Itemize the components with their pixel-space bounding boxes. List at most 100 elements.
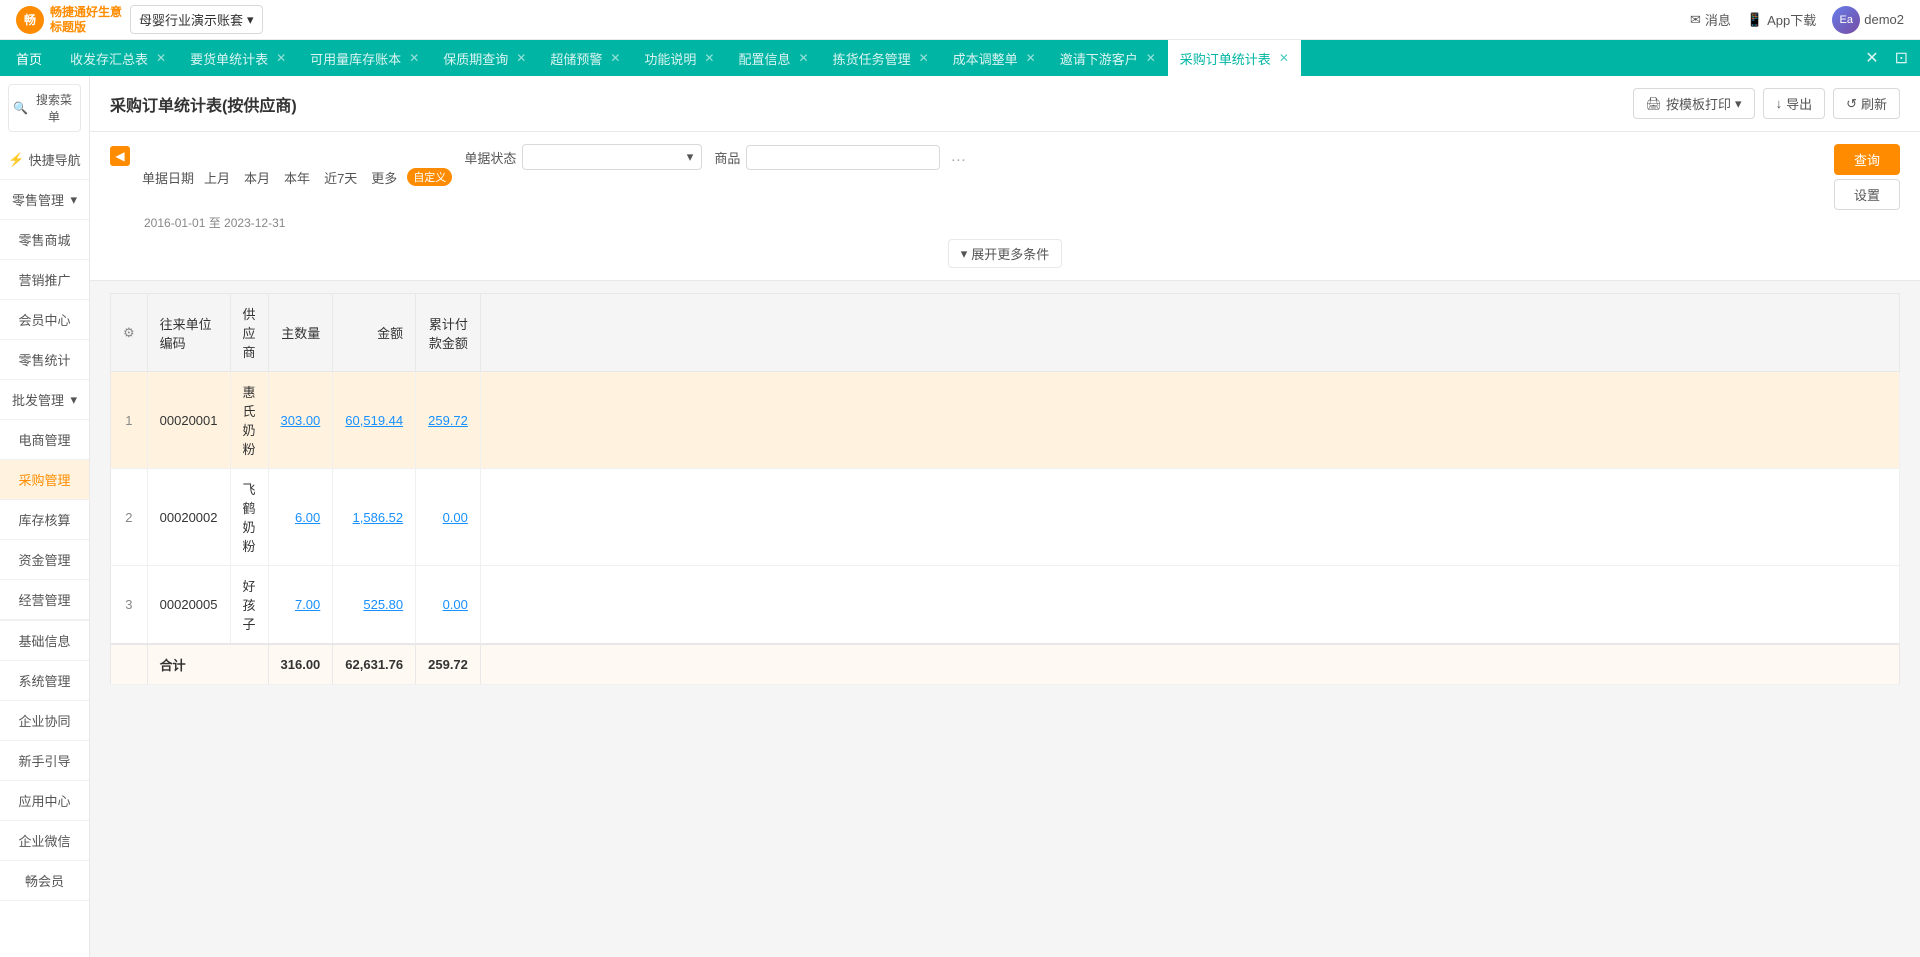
- chevron-down-icon: ▾: [961, 246, 968, 262]
- chevron-left-icon: ◀: [115, 149, 124, 163]
- date-shortcut-last-month[interactable]: 上月: [200, 166, 234, 189]
- gear-icon[interactable]: ⚙: [123, 325, 135, 340]
- settings-button[interactable]: 设置: [1834, 179, 1900, 210]
- sidebar-item-member[interactable]: 会员中心: [0, 300, 89, 340]
- date-shortcut-7days[interactable]: 近7天: [320, 166, 361, 189]
- cell-code: 00020001: [147, 372, 230, 469]
- query-button[interactable]: 查询: [1834, 144, 1900, 175]
- chevron-down-icon: ▾: [1735, 96, 1742, 112]
- footer-empty-1: [111, 644, 148, 685]
- sidebar-item-quick-nav[interactable]: ⚡ 快捷导航: [0, 140, 89, 180]
- download-icon: 📱: [1747, 12, 1763, 28]
- sidebar-item-enterprise[interactable]: 企业协同: [0, 701, 89, 741]
- sidebar-item-newbie[interactable]: 新手引导: [0, 741, 89, 781]
- sidebar-item-retail-mall[interactable]: 零售商城: [0, 220, 89, 260]
- goods-more-button[interactable]: …: [946, 148, 970, 166]
- status-select[interactable]: ▾: [522, 144, 702, 170]
- cell-paid[interactable]: 0.00: [416, 469, 481, 566]
- close-tab-cost-adjust[interactable]: ✕: [1026, 51, 1036, 65]
- tab-purchase-summary[interactable]: 采购订单统计表 ✕: [1168, 40, 1301, 76]
- tab-home[interactable]: 首页: [0, 40, 58, 76]
- date-custom-badge[interactable]: 自定义: [407, 168, 452, 186]
- footer-paid: 259.72: [416, 644, 481, 685]
- chevron-down-icon: ▾: [70, 192, 77, 208]
- maximize-button[interactable]: ⊡: [1891, 44, 1912, 72]
- close-tab-pick-task[interactable]: ✕: [919, 51, 929, 65]
- cell-code: 00020005: [147, 566, 230, 645]
- collapse-filter-button[interactable]: ◀: [110, 146, 130, 166]
- table-row[interactable]: 2 00020002 飞鹤奶粉 6.00 1,586.52 0.00: [111, 469, 1900, 566]
- table-row[interactable]: 1 00020001 惠氏奶粉 303.00 60,519.44 259.72: [111, 372, 1900, 469]
- sidebar-item-membership[interactable]: 畅会员: [0, 861, 89, 901]
- message-button[interactable]: ✉ 消息: [1690, 10, 1731, 29]
- table-row[interactable]: 3 00020005 好孩子 7.00 525.80 0.00: [111, 566, 1900, 645]
- tab-cost-adjust[interactable]: 成本调整单 ✕: [941, 40, 1048, 76]
- sidebar-item-finance[interactable]: 资金管理: [0, 540, 89, 580]
- cell-amount[interactable]: 1,586.52: [333, 469, 416, 566]
- col-code: 往来单位编码: [147, 294, 230, 372]
- expand-filter-button[interactable]: ▾ 展开更多条件: [948, 239, 1063, 268]
- tab-pick-task[interactable]: 拣货任务管理 ✕: [821, 40, 941, 76]
- sidebar: 🔍 搜索菜单 ⚡ 快捷导航 零售管理 ▾ 零售商城 营销推广 会员中心 零售统计…: [0, 76, 90, 957]
- sidebar-item-basic[interactable]: 基础信息: [0, 621, 89, 661]
- sidebar-item-wechat[interactable]: 企业微信: [0, 821, 89, 861]
- refresh-button[interactable]: ↺ 刷新: [1833, 88, 1900, 119]
- sidebar-item-operations[interactable]: 经营管理: [0, 580, 89, 620]
- col-supplier: 供应商: [230, 294, 268, 372]
- export-icon: ↓: [1776, 96, 1783, 111]
- logo-area: 畅 畅捷通好生意 标题版: [16, 5, 122, 34]
- sidebar-item-inventory[interactable]: 库存核算: [0, 500, 89, 540]
- sidebar-item-system[interactable]: 系统管理: [0, 661, 89, 701]
- search-menu-button[interactable]: 🔍 搜索菜单: [8, 84, 81, 132]
- tab-receive-summary[interactable]: 收发存汇总表 ✕: [58, 40, 178, 76]
- cell-amount[interactable]: 525.80: [333, 566, 416, 645]
- print-button[interactable]: 🖨 按模板打印 ▾: [1633, 88, 1755, 119]
- cell-qty[interactable]: 6.00: [268, 469, 333, 566]
- logo-icon: 畅: [16, 6, 44, 34]
- date-shortcut-this-year[interactable]: 本年: [280, 166, 314, 189]
- cell-extra: [480, 372, 1899, 469]
- close-tab-receive-summary[interactable]: ✕: [156, 51, 166, 65]
- cell-index: 2: [111, 469, 148, 566]
- tab-invite-downstream[interactable]: 邀请下游客户 ✕: [1048, 40, 1168, 76]
- cell-paid[interactable]: 259.72: [416, 372, 481, 469]
- main-layout: 🔍 搜索菜单 ⚡ 快捷导航 零售管理 ▾ 零售商城 营销推广 会员中心 零售统计…: [0, 76, 1920, 957]
- tab-function-desc[interactable]: 功能说明 ✕: [632, 40, 726, 76]
- sidebar-item-retail-stats[interactable]: 零售统计: [0, 340, 89, 380]
- tab-order-summary[interactable]: 要货单统计表 ✕: [178, 40, 298, 76]
- date-shortcut-more[interactable]: 更多: [367, 166, 401, 189]
- close-tab-purchase-summary[interactable]: ✕: [1279, 51, 1289, 65]
- footer-extra: [480, 644, 1899, 685]
- cell-amount[interactable]: 60,519.44: [333, 372, 416, 469]
- tab-overstock-warning[interactable]: 超储预警 ✕: [538, 40, 632, 76]
- app-download-button[interactable]: 📱 App下载: [1747, 10, 1816, 29]
- sidebar-item-purchase[interactable]: 采购管理: [0, 460, 89, 500]
- sidebar-item-wholesale[interactable]: 批发管理 ▾: [0, 380, 89, 420]
- user-menu[interactable]: Ea demo2: [1832, 6, 1904, 34]
- close-tab-function-desc[interactable]: ✕: [704, 51, 714, 65]
- sidebar-item-app-center[interactable]: 应用中心: [0, 781, 89, 821]
- tab-config-info[interactable]: 配置信息 ✕: [726, 40, 820, 76]
- close-tab-config-info[interactable]: ✕: [799, 51, 809, 65]
- close-tab-overstock-warning[interactable]: ✕: [610, 51, 620, 65]
- export-button[interactable]: ↓ 导出: [1763, 88, 1826, 119]
- cell-qty[interactable]: 7.00: [268, 566, 333, 645]
- close-tab-order-summary[interactable]: ✕: [276, 51, 286, 65]
- tab-stock-ledger[interactable]: 可用量库存账本 ✕: [298, 40, 431, 76]
- close-tab-invite-downstream[interactable]: ✕: [1146, 51, 1156, 65]
- workspace-selector[interactable]: 母婴行业演示账套 ▾: [130, 5, 263, 34]
- chevron-down-icon: ▾: [247, 12, 254, 28]
- sidebar-item-retail[interactable]: 零售管理 ▾: [0, 180, 89, 220]
- tab-expiry-query[interactable]: 保质期查询 ✕: [431, 40, 538, 76]
- date-shortcuts: 上月 本月 本年 近7天 更多 自定义: [200, 166, 452, 189]
- close-all-tabs-button[interactable]: ✕: [1861, 44, 1882, 72]
- close-tab-stock-ledger[interactable]: ✕: [409, 51, 419, 65]
- sidebar-item-marketing[interactable]: 营销推广: [0, 260, 89, 300]
- close-tab-expiry-query[interactable]: ✕: [516, 51, 526, 65]
- goods-input[interactable]: [746, 145, 940, 170]
- date-shortcut-this-month[interactable]: 本月: [240, 166, 274, 189]
- cell-paid[interactable]: 0.00: [416, 566, 481, 645]
- cell-qty[interactable]: 303.00: [268, 372, 333, 469]
- sidebar-item-ecommerce[interactable]: 电商管理: [0, 420, 89, 460]
- col-qty: 主数量: [268, 294, 333, 372]
